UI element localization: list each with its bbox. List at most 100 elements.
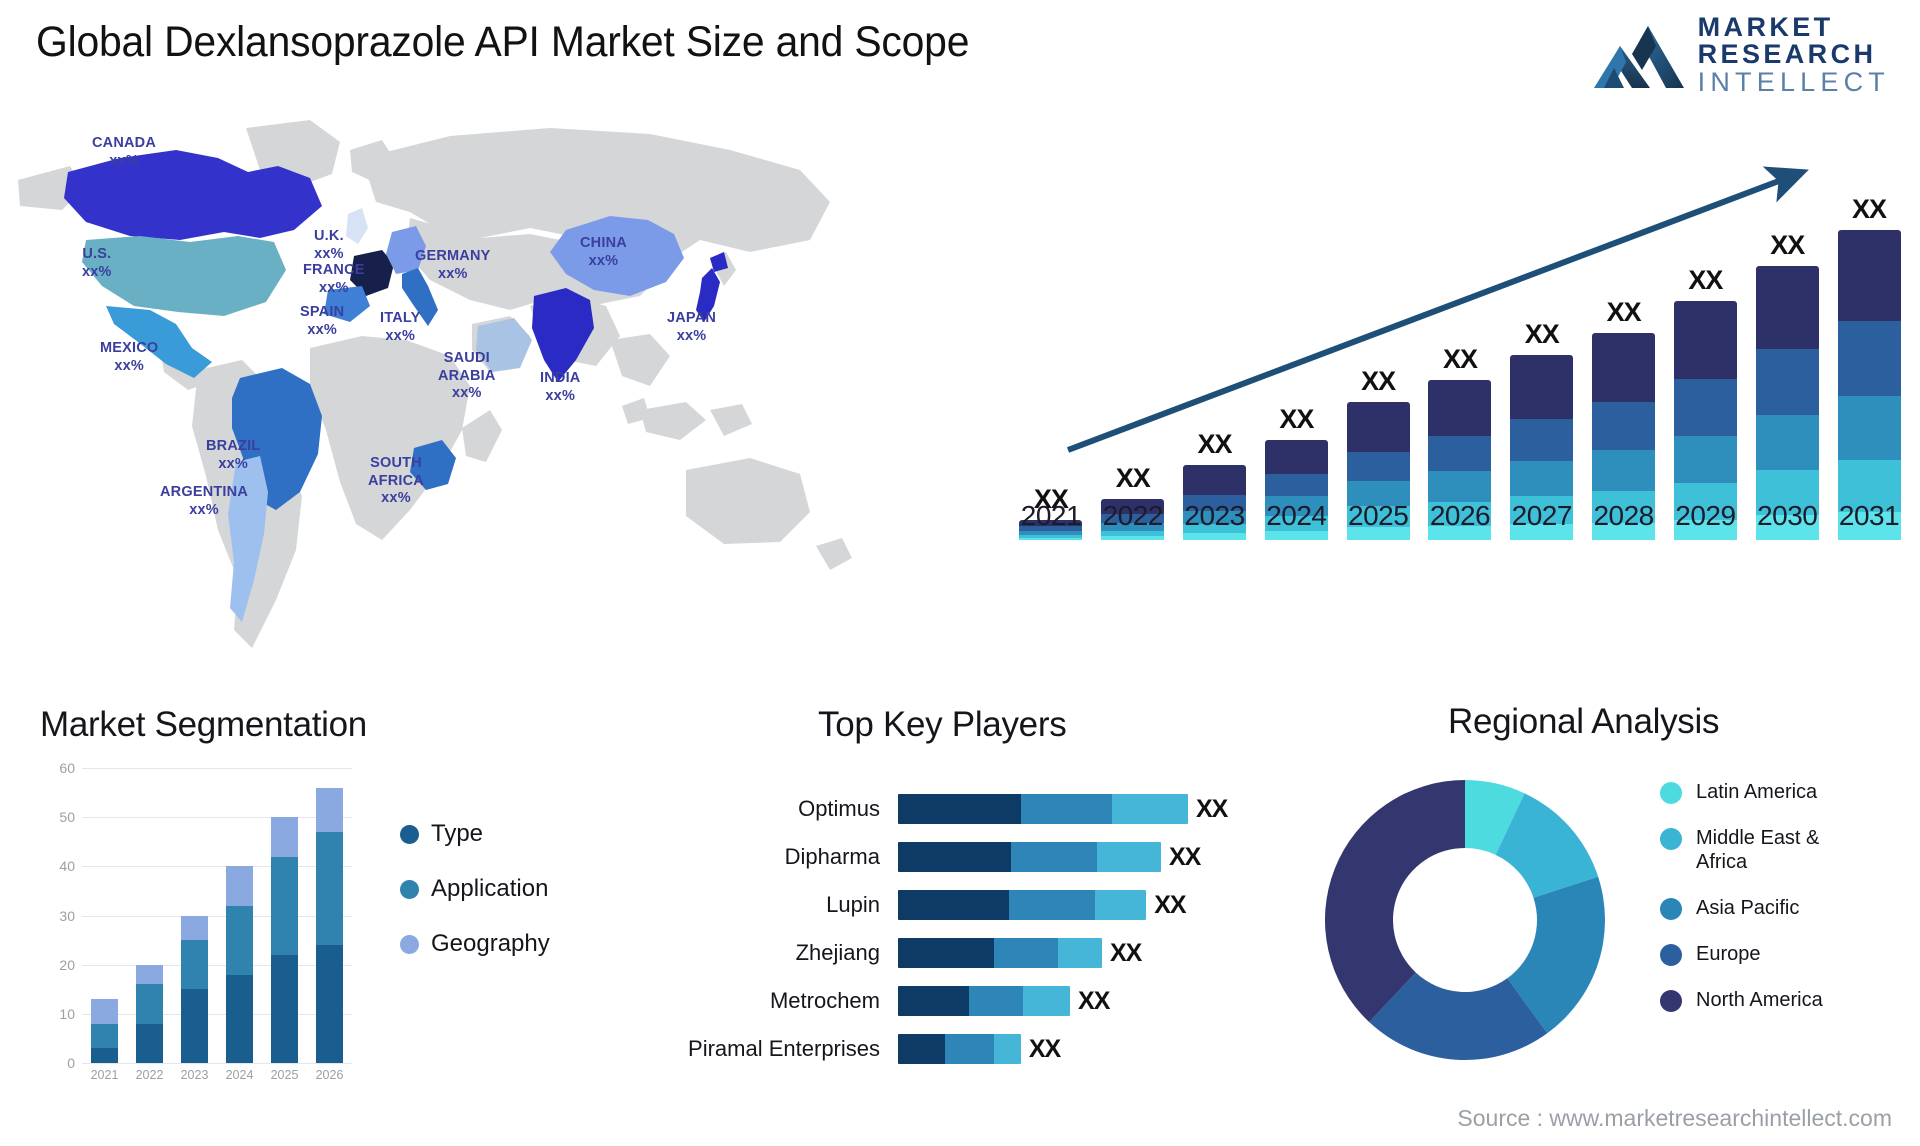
forecast-bar-segment [1428,471,1492,502]
segmentation-bar-segment [136,1023,163,1063]
legend-label: Middle East & Africa [1696,827,1820,873]
forecast-column: XX [1174,170,1256,540]
player-bar-segment [1057,938,1102,968]
map-label-country: BRAZIL [206,438,261,454]
player-row: Lupin XX [640,881,1300,929]
market-segmentation-title: Market Segmentation [40,705,367,744]
player-bar-segment [1111,794,1188,824]
mountain-peaks-icon [1593,26,1684,88]
forecast-value-label: XX [1279,403,1314,434]
segmentation-bar-segment [271,817,298,857]
map-label-value: xx% [189,501,219,518]
map-label-value: xx% [451,385,482,402]
player-row: Optimus XX [640,785,1300,833]
segmentation-column [307,768,352,1063]
player-bar-segment [898,938,994,968]
map-label-value: xx% [82,263,112,280]
forecast-year-label: 2028 [1593,500,1654,531]
player-value-label: XX [1028,1034,1061,1063]
segmentation-y-tick: 60 [59,760,75,776]
player-row: Metrochem XX [640,977,1300,1025]
player-bar-segment [1020,794,1112,824]
player-value-label: XX [1078,986,1110,1015]
segmentation-gridline: 0 [67,1055,352,1071]
player-bar-segment [1094,890,1147,920]
legend-color-dot [400,879,419,899]
map-label-canada: CANADA xx% [92,135,156,170]
player-name: Piramal Enterprises [688,1036,880,1061]
player-bar-segment [1011,842,1098,872]
regional-analysis-chart: Latin America Middle East & Africa Asia Pa… [1300,760,1900,1090]
forecast-bar-segment [1101,536,1165,540]
legend-color-dot [1660,828,1682,850]
segmentation-bar [181,915,208,1063]
forecast-bar-segment [1510,418,1574,461]
legend-label: Geography [431,930,550,957]
player-bar-segment [898,890,1009,920]
player-bar-segment [1097,842,1161,872]
map-label-brazil: BRAZIL xx% [206,438,260,473]
forecast-value-label: XX [1606,296,1642,327]
segmentation-bar-segment [271,856,298,955]
player-name: Optimus [798,796,880,821]
segmentation-bar-segment [316,831,343,945]
segmentation-bar [91,999,118,1063]
logo-line-2: RESEARCH [1697,39,1877,69]
top-key-players-chart: Optimus XX Dipharma XX Lupin XX Zhejiang XX Metr… [640,785,1300,1105]
forecast-bar-segment [1837,396,1901,460]
regional-legend: Latin America Middle East & Africa Asia Pa… [1660,780,1871,1012]
forecast-bars: XX XX XX XX XX XX XX XX XX XX XX [1010,170,1910,540]
player-bar-segment [993,938,1058,968]
segmentation-bar [136,964,163,1063]
forecast-bar-segment [1837,230,1901,322]
forecast-bar-segment [1428,380,1492,436]
map-label-india: INDIA xx% [540,370,580,405]
infographic-page: Global Dexlansoprazole API Market Size a… [0,0,1920,1146]
map-label-country: SOUTH AFRICA [368,455,424,489]
segmentation-y-tick: 0 [67,1055,75,1071]
map-label-value: xx% [307,321,337,338]
forecast-bar-segment [1673,435,1737,484]
forecast-bar-segment [1264,530,1328,540]
segmentation-legend-item: Application [400,875,550,903]
segmentation-column [172,768,217,1063]
legend-label: Latin America [1696,781,1818,803]
regional-legend-item: Middle East & Africa [1660,826,1871,874]
forecast-bar-segment [1755,414,1819,471]
forecast-value-label: XX [1442,344,1478,375]
map-label-mexico: MEXICO xx% [100,340,158,375]
forecast-year-label: 2031 [1838,500,1900,531]
forecast-bar-segment [1673,379,1737,436]
forecast-year-label: 2024 [1266,500,1327,531]
regional-legend-item: Europe [1660,942,1871,966]
segmentation-x-tick: 2022 [135,1068,164,1082]
segmentation-y-tick: 50 [59,809,75,826]
map-label-country: GERMANY [415,248,491,264]
segmentation-bar-segment [181,915,208,941]
legend-color-dot [1660,898,1682,920]
segmentation-bar-segment [316,945,343,1063]
forecast-bar [1837,230,1901,540]
forecast-column: XX [1010,170,1092,540]
segmentation-bar [316,787,343,1063]
map-label-value: xx% [545,387,576,404]
map-label-u-s-: U.S. xx% [82,246,112,281]
segmentation-legend-item: Type [400,820,550,848]
legend-label: North America [1696,989,1823,1011]
segmentation-column [217,768,262,1063]
map-label-country: JAPAN [667,310,717,326]
map-label-country: CHINA [580,235,627,251]
segmentation-x-tick: 2026 [315,1068,344,1082]
segmentation-bar-segment [226,866,253,906]
player-bar-segment [944,1034,994,1064]
player-name: Lupin [826,892,880,917]
legend-label: Type [431,820,484,847]
market-segmentation-chart: 0 10 20 30 40 50 60 2021 2022 2023 2024 2025 2026 [36,760,366,1105]
segmentation-column [262,768,307,1063]
map-label-value: xx% [109,152,139,169]
forecast-value-label: XX [1688,265,1723,296]
forecast-column: XX [1665,170,1747,540]
forecast-value-label: XX [1115,463,1151,494]
map-label-value: xx% [218,455,248,472]
legend-color-dot [1660,782,1682,804]
